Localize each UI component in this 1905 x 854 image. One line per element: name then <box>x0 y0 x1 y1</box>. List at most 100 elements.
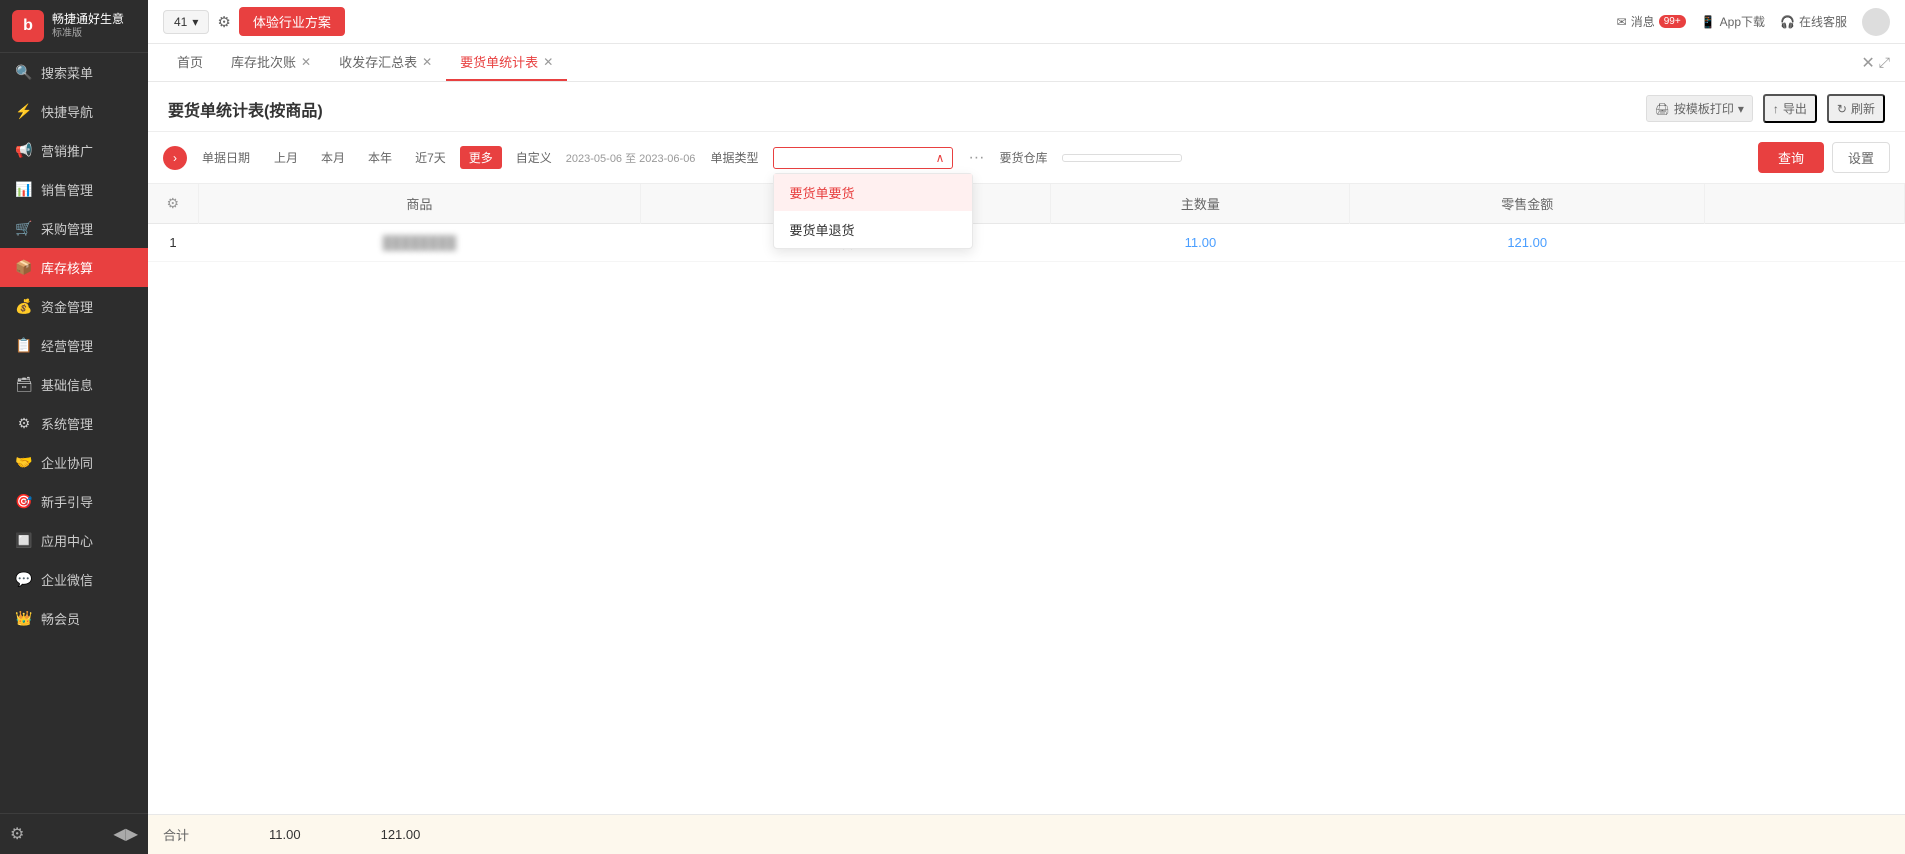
tab-home[interactable]: 首页 <box>163 44 217 81</box>
cell-product: ████████ <box>198 224 641 262</box>
amount-link[interactable]: 121.00 <box>1507 235 1547 250</box>
table-row: 1 ████████ 块 11.00 121.00 <box>148 224 1905 262</box>
sidebar-item-operations[interactable]: 📋 经营管理 <box>0 326 148 365</box>
nav-item-label: 搜索菜单 <box>41 63 93 82</box>
warehouse-input[interactable] <box>1062 154 1182 162</box>
date-pill-more[interactable]: 更多 <box>460 146 502 169</box>
tab-receipt-summary-close[interactable]: ✕ <box>422 55 432 69</box>
operations-icon: 📋 <box>15 337 33 354</box>
online-service-label: 在线客服 <box>1799 13 1847 30</box>
sidebar-item-search[interactable]: 🔍 搜索菜单 <box>0 53 148 92</box>
sidebar-item-inventory[interactable]: 📦 库存核算 <box>0 248 148 287</box>
refresh-label: 刷新 <box>1851 100 1875 117</box>
nav-item-label: 销售管理 <box>41 180 93 199</box>
export-icon: ↑ <box>1773 102 1779 116</box>
members-icon: 👑 <box>15 610 33 627</box>
tab-order-stats-close[interactable]: ✕ <box>543 55 553 69</box>
nav-item-label: 应用中心 <box>41 531 93 550</box>
col-header-settings: ⚙ <box>148 184 198 224</box>
sidebar-item-marketing[interactable]: 📢 营销推广 <box>0 131 148 170</box>
tab-receipt-summary-label: 收发存汇总表 <box>339 52 417 71</box>
nav-item-label: 畅会员 <box>41 609 80 628</box>
sidebar-item-system[interactable]: ⚙ 系统管理 <box>0 404 148 443</box>
finance-icon: 💰 <box>15 298 33 315</box>
purchase-icon: 🛒 <box>15 220 33 237</box>
dropdown-item-order-goods[interactable]: 要货单要货 <box>774 174 972 211</box>
industry-btn[interactable]: 体验行业方案 <box>239 7 345 36</box>
quick-nav-icon: ⚡ <box>15 103 33 120</box>
nav-item-label: 经营管理 <box>41 336 93 355</box>
nav-item-label: 企业协同 <box>41 453 93 472</box>
page-actions: 🖨 按模板打印 ▾ ↑ 导出 ↻ 刷新 <box>1646 94 1885 123</box>
collapse-sidebar-icon[interactable]: ◀▶ <box>113 824 138 844</box>
print-icon: 🖨 <box>1655 102 1670 116</box>
nav-item-label: 库存核算 <box>41 258 93 277</box>
query-btn[interactable]: 查询 <box>1758 142 1824 173</box>
tab-inventory-batch[interactable]: 库存批次账 ✕ <box>217 44 325 81</box>
sidebar-bottom: ⚙ ◀▶ <box>0 813 148 854</box>
sidebar-item-basic-info[interactable]: 🗃 基础信息 <box>0 365 148 404</box>
app-download-btn[interactable]: 📱 App下载 <box>1701 13 1765 30</box>
marketing-icon: 📢 <box>15 142 33 159</box>
print-label: 按模板打印 <box>1674 100 1734 117</box>
tab-inventory-batch-close[interactable]: ✕ <box>301 55 311 69</box>
tab-order-stats[interactable]: 要货单统计表 ✕ <box>446 44 567 81</box>
type-dropdown: 要货单要货 要货单退货 <box>773 173 973 249</box>
nav-item-label: 采购管理 <box>41 219 93 238</box>
close-all-tabs-icon[interactable]: ✕ <box>1861 53 1874 73</box>
dropdown-item-return-goods[interactable]: 要货单退货 <box>774 211 972 248</box>
sidebar-item-quick-nav[interactable]: ⚡ 快捷导航 <box>0 92 148 131</box>
collaboration-icon: 🤝 <box>15 454 33 471</box>
filter-expand-btn[interactable]: › <box>163 146 187 170</box>
sidebar-item-finance[interactable]: 💰 资金管理 <box>0 287 148 326</box>
sidebar-item-members[interactable]: 👑 畅会员 <box>0 599 148 638</box>
date-range-display: 2023-05-06 至 2023-06-06 <box>566 150 696 166</box>
cell-index: 1 <box>148 224 198 262</box>
footer-label: 合计 <box>163 825 189 844</box>
sidebar-item-tutorial[interactable]: 🎯 新手引导 <box>0 482 148 521</box>
date-pill-7days[interactable]: 近7天 <box>406 146 455 169</box>
messages-btn[interactable]: ✉ 消息 99+ <box>1617 13 1686 30</box>
main-area: 41 ▾ ⚙ 体验行业方案 ✉ 消息 99+ 📱 App下载 🎧 在线客服 <box>148 0 1905 854</box>
nav-item-label: 新手引导 <box>41 492 93 511</box>
table-settings-icon[interactable]: ⚙ <box>166 195 179 211</box>
col-header-amount: 零售金额 <box>1350 184 1705 224</box>
download-icon: 📱 <box>1701 15 1716 29</box>
footer-amount: 121.00 <box>381 827 421 842</box>
tab-receipt-summary[interactable]: 收发存汇总表 ✕ <box>325 44 446 81</box>
date-pill-last-month[interactable]: 上月 <box>265 146 307 169</box>
export-btn[interactable]: ↑ 导出 <box>1763 94 1817 123</box>
sidebar-item-weixin[interactable]: 💬 企业微信 <box>0 560 148 599</box>
sidebar-item-sales[interactable]: 📊 销售管理 <box>0 170 148 209</box>
print-dropdown-icon: ▾ <box>1738 102 1744 116</box>
company-selector[interactable]: 41 ▾ <box>163 10 209 34</box>
settings-bottom-icon[interactable]: ⚙ <box>10 824 24 844</box>
col-header-extra <box>1705 184 1905 224</box>
date-custom[interactable]: 自定义 <box>507 146 561 169</box>
filter-actions: 查询 设置 <box>1758 142 1890 173</box>
data-table: ⚙ 商品 主计量单位 主数量 零售金额 1 ████████ 块 <box>148 184 1905 262</box>
filter-more-icon[interactable]: ··· <box>968 149 984 167</box>
expand-tabs-icon[interactable]: ⤢ <box>1879 54 1890 71</box>
user-avatar[interactable] <box>1862 8 1890 36</box>
print-btn[interactable]: 🖨 按模板打印 ▾ <box>1646 95 1753 122</box>
export-label: 导出 <box>1783 100 1807 117</box>
sidebar-item-app-center[interactable]: 🔲 应用中心 <box>0 521 148 560</box>
date-pill-this-month[interactable]: 本月 <box>312 146 354 169</box>
sidebar-item-collaboration[interactable]: 🤝 企业协同 <box>0 443 148 482</box>
refresh-icon: ↻ <box>1837 102 1847 116</box>
system-icon: ⚙ <box>15 415 33 432</box>
app-logo-icon: b <box>12 10 44 42</box>
page-header: 要货单统计表(按商品) 🖨 按模板打印 ▾ ↑ 导出 ↻ 刷新 <box>148 82 1905 132</box>
sidebar-item-purchase[interactable]: 🛒 采购管理 <box>0 209 148 248</box>
online-service-btn[interactable]: 🎧 在线客服 <box>1780 13 1847 30</box>
topbar-gear-icon[interactable]: ⚙ <box>217 13 230 31</box>
warehouse-label: 要货仓库 <box>999 149 1047 166</box>
date-pill-this-year[interactable]: 本年 <box>359 146 401 169</box>
settings-btn[interactable]: 设置 <box>1832 142 1890 173</box>
quantity-link[interactable]: 11.00 <box>1185 235 1217 250</box>
refresh-btn[interactable]: ↻ 刷新 <box>1827 94 1885 123</box>
company-selector-value: 41 <box>174 15 187 29</box>
nav-item-label: 基础信息 <box>41 375 93 394</box>
type-select[interactable]: ∧ <box>773 147 953 169</box>
